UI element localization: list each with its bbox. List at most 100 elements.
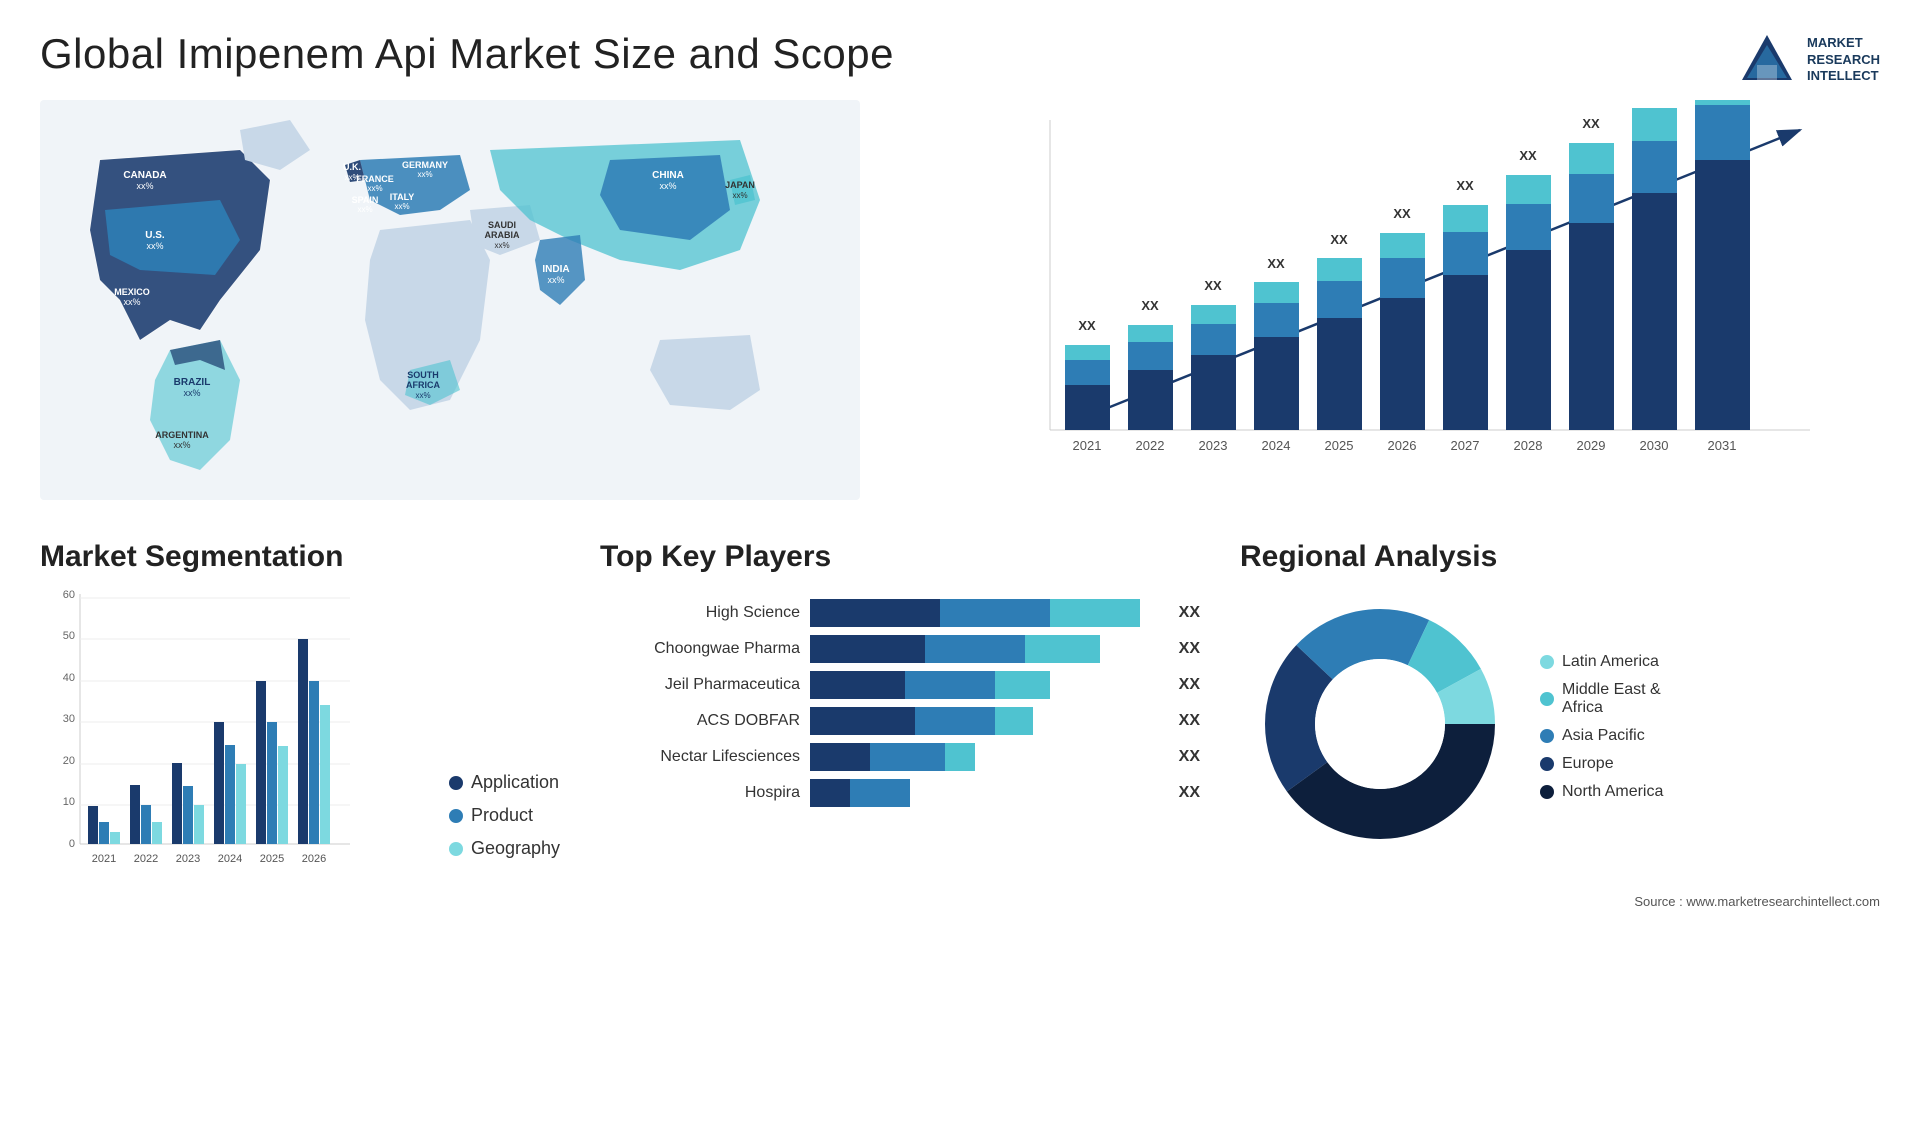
segmentation-legend: Application Product Geography bbox=[439, 772, 560, 889]
svg-text:2025: 2025 bbox=[260, 853, 284, 865]
svg-text:2031: 2031 bbox=[1708, 438, 1737, 453]
svg-text:XX: XX bbox=[1267, 256, 1285, 271]
svg-text:SOUTH: SOUTH bbox=[407, 370, 439, 380]
player-name: Choongwae Pharma bbox=[600, 640, 800, 658]
svg-text:BRAZIL: BRAZIL bbox=[174, 377, 211, 388]
svg-text:2021: 2021 bbox=[92, 853, 116, 865]
svg-text:20: 20 bbox=[63, 755, 75, 767]
asia-pacific-dot bbox=[1540, 729, 1554, 743]
bar-seg1 bbox=[810, 707, 915, 735]
svg-text:XX: XX bbox=[1141, 298, 1159, 313]
svg-text:2023: 2023 bbox=[1199, 438, 1228, 453]
bar-seg1 bbox=[810, 743, 870, 771]
bar-seg3 bbox=[995, 707, 1033, 735]
svg-text:U.S.: U.S. bbox=[145, 230, 165, 241]
svg-text:INDIA: INDIA bbox=[542, 264, 569, 275]
player-row-nectar: Nectar Lifesciences XX bbox=[600, 743, 1200, 771]
middle-east-label: Middle East &Africa bbox=[1562, 681, 1661, 717]
svg-text:xx%: xx% bbox=[732, 191, 747, 200]
player-bar bbox=[810, 707, 1161, 735]
svg-text:xx%: xx% bbox=[415, 391, 430, 400]
player-bar bbox=[810, 671, 1161, 699]
svg-text:2024: 2024 bbox=[218, 853, 242, 865]
player-name: Jeil Pharmaceutica bbox=[600, 676, 800, 694]
player-bar bbox=[810, 635, 1161, 663]
donut-svg bbox=[1240, 584, 1520, 864]
player-xx: XX bbox=[1179, 748, 1200, 766]
legend-product: Product bbox=[449, 805, 560, 826]
bar-seg3 bbox=[1025, 635, 1100, 663]
application-dot bbox=[449, 776, 463, 790]
svg-text:2027: 2027 bbox=[1451, 438, 1480, 453]
product-dot bbox=[449, 809, 463, 823]
bar-seg2 bbox=[905, 671, 995, 699]
middle-east-dot bbox=[1540, 692, 1554, 706]
player-xx: XX bbox=[1179, 640, 1200, 658]
bar-seg2 bbox=[915, 707, 995, 735]
player-row-high-science: High Science XX bbox=[600, 599, 1200, 627]
svg-text:ITALY: ITALY bbox=[390, 192, 415, 202]
legend-europe: Europe bbox=[1540, 755, 1663, 773]
world-map-svg: CANADA xx% U.S. xx% MEXICO xx% BRAZIL xx… bbox=[40, 100, 860, 500]
legend-asia-pacific: Asia Pacific bbox=[1540, 727, 1663, 745]
logo-area: MARKET RESEARCH INTELLECT bbox=[1737, 30, 1880, 90]
svg-text:AFRICA: AFRICA bbox=[406, 380, 440, 390]
svg-text:xx%: xx% bbox=[494, 241, 509, 250]
bar-seg1 bbox=[810, 779, 850, 807]
svg-text:2022: 2022 bbox=[1136, 438, 1165, 453]
bar-seg2 bbox=[850, 779, 910, 807]
svg-text:ARABIA: ARABIA bbox=[485, 230, 520, 240]
bar-chart-svg: XX XX XX XX XX XX bbox=[990, 100, 1830, 500]
svg-text:2026: 2026 bbox=[302, 853, 326, 865]
player-name: Hospira bbox=[600, 784, 800, 802]
bar-seg3 bbox=[1050, 599, 1140, 627]
header: Global Imipenem Api Market Size and Scop… bbox=[0, 0, 1920, 100]
svg-text:xx%: xx% bbox=[394, 202, 409, 211]
svg-text:30: 30 bbox=[63, 713, 75, 725]
legend-middle-east: Middle East &Africa bbox=[1540, 681, 1663, 717]
svg-text:FRANCE: FRANCE bbox=[356, 174, 394, 184]
svg-text:50: 50 bbox=[63, 630, 75, 642]
segmentation-section: Market Segmentation 60 50 40 30 20 10 0 bbox=[40, 540, 560, 889]
svg-text:2026: 2026 bbox=[1388, 438, 1417, 453]
svg-text:CHINA: CHINA bbox=[652, 170, 684, 181]
svg-text:0: 0 bbox=[69, 838, 75, 850]
svg-text:xx%: xx% bbox=[367, 184, 382, 193]
geography-label: Geography bbox=[471, 838, 560, 859]
svg-text:10: 10 bbox=[63, 796, 75, 808]
latin-america-dot bbox=[1540, 655, 1554, 669]
logo-text: MARKET RESEARCH INTELLECT bbox=[1807, 35, 1880, 86]
donut-chart bbox=[1240, 584, 1520, 869]
svg-text:xx%: xx% bbox=[173, 440, 190, 450]
svg-text:SAUDI: SAUDI bbox=[488, 220, 516, 230]
svg-text:XX: XX bbox=[1456, 178, 1474, 193]
bar-seg2 bbox=[925, 635, 1025, 663]
svg-text:xx%: xx% bbox=[357, 205, 372, 214]
player-xx: XX bbox=[1179, 604, 1200, 622]
player-name: ACS DOBFAR bbox=[600, 712, 800, 730]
svg-text:SPAIN: SPAIN bbox=[352, 195, 379, 205]
svg-text:2025: 2025 bbox=[1325, 438, 1354, 453]
player-row-hospira: Hospira XX bbox=[600, 779, 1200, 807]
bar-seg2 bbox=[940, 599, 1050, 627]
svg-text:XX: XX bbox=[1078, 318, 1096, 333]
bar-seg3 bbox=[995, 671, 1050, 699]
legend-latin-america: Latin America bbox=[1540, 653, 1663, 671]
logo-icon bbox=[1737, 30, 1797, 90]
segmentation-title: Market Segmentation bbox=[40, 540, 560, 574]
svg-text:xx%: xx% bbox=[146, 241, 163, 251]
product-label: Product bbox=[471, 805, 533, 826]
svg-text:xx%: xx% bbox=[547, 275, 564, 285]
north-america-dot bbox=[1540, 785, 1554, 799]
player-bar bbox=[810, 743, 1161, 771]
player-row-jeil: Jeil Pharmaceutica XX bbox=[600, 671, 1200, 699]
key-players-section: Top Key Players High Science XX Choongwa… bbox=[600, 540, 1200, 889]
player-row-acs: ACS DOBFAR XX bbox=[600, 707, 1200, 735]
bar-seg1 bbox=[810, 635, 925, 663]
bar-seg1 bbox=[810, 671, 905, 699]
svg-text:2029: 2029 bbox=[1577, 438, 1606, 453]
geography-dot bbox=[449, 842, 463, 856]
legend-application: Application bbox=[449, 772, 560, 793]
source-text: Source : www.marketresearchintellect.com bbox=[0, 889, 1920, 914]
legend-geography: Geography bbox=[449, 838, 560, 859]
